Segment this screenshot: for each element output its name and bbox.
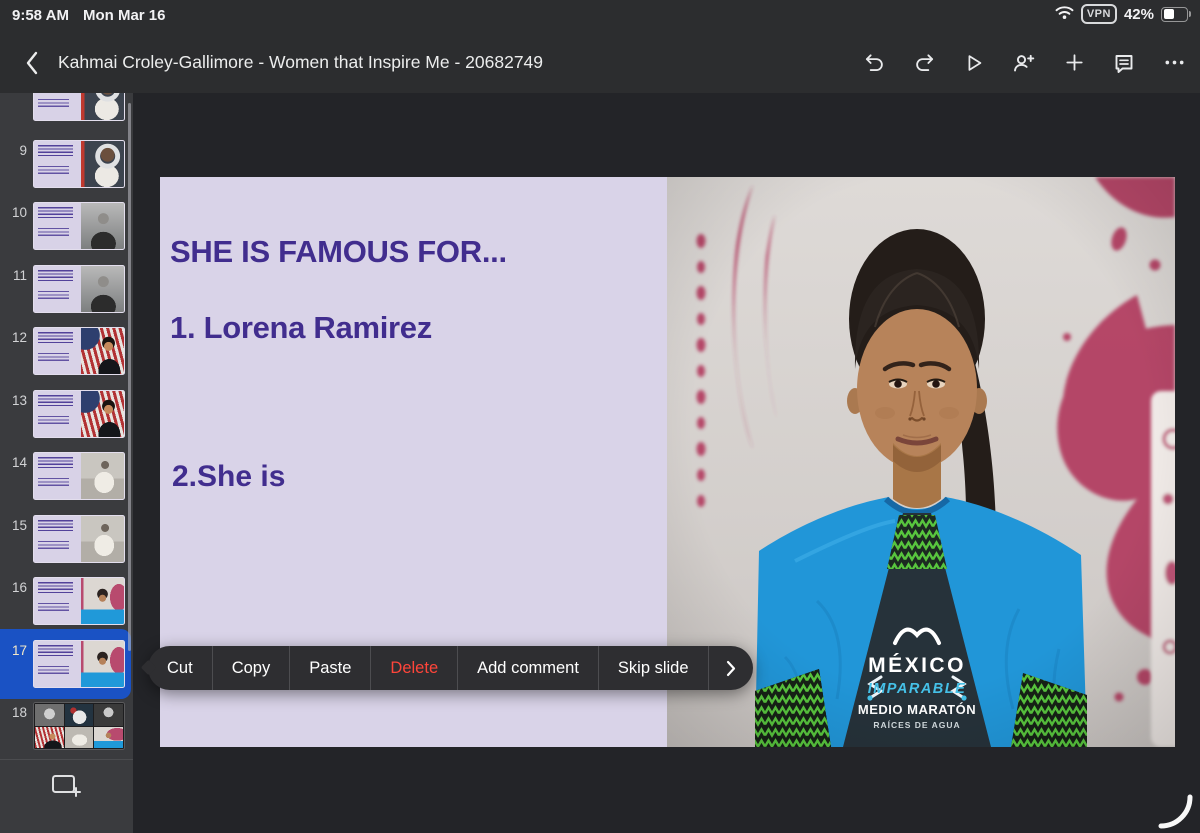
wifi-icon	[1055, 5, 1074, 24]
add-slide-button[interactable]	[46, 769, 86, 803]
slide-title-textbox[interactable]: SHE IS FAMOUS FOR... 1. Lorena Ramirez	[170, 233, 507, 347]
share-add-people-button[interactable]	[1012, 51, 1036, 75]
collage-cell	[64, 704, 94, 726]
slide-title-line1: SHE IS FAMOUS FOR...	[170, 234, 507, 269]
clock: 9:58 AM	[12, 7, 69, 24]
filmstrip-slide-row[interactable]: 18	[0, 702, 133, 750]
slide-thumbnail[interactable]	[33, 390, 125, 438]
context-menu-item[interactable]: Cut	[148, 646, 212, 690]
thumbnail-text-block	[34, 578, 81, 624]
slide-title-line2: 1. Lorena Ramirez	[170, 310, 432, 345]
context-menu-item[interactable]: Skip slide	[599, 646, 708, 690]
thumbnail-image	[81, 453, 124, 499]
thumbnail-image	[81, 328, 124, 374]
status-bar: 9:58 AM Mon Mar 16 VPN 42%	[0, 0, 1200, 32]
filmstrip-slide-row[interactable]: 15	[0, 515, 133, 563]
back-button[interactable]	[18, 48, 44, 78]
slide-filmstrip: 9 10 11 12 13 14 15 16 17 18	[0, 93, 133, 759]
slide-thumbnail[interactable]	[33, 515, 125, 563]
filmstrip-divider	[0, 759, 133, 760]
thumbnail-text-block	[34, 266, 81, 312]
slide-thumbnail[interactable]	[33, 702, 125, 750]
vpn-badge: VPN	[1080, 4, 1117, 24]
more-menu-button[interactable]	[1162, 51, 1186, 75]
comments-button[interactable]	[1112, 51, 1136, 75]
slide-number: 9	[19, 143, 27, 158]
slide-thumbnail[interactable]	[33, 93, 125, 121]
filmstrip-slide-row[interactable]: 14	[0, 452, 133, 500]
thumbnail-image	[81, 266, 124, 312]
context-menu-item[interactable]: Delete	[371, 646, 457, 690]
context-menu-more-chevron[interactable]	[709, 646, 753, 690]
filmstrip-slide-row[interactable]: 13	[0, 390, 133, 438]
thumbnail-image	[81, 641, 124, 687]
slide-thumbnail[interactable]	[33, 140, 125, 188]
filmstrip-slide-row[interactable]	[0, 93, 133, 121]
thumbnail-text-block	[34, 328, 81, 374]
thumbnail-text-block	[34, 203, 81, 249]
thumbnail-image	[81, 141, 124, 187]
thumbnail-image	[81, 578, 124, 624]
collage-cell	[94, 704, 123, 726]
filmstrip-slide-row[interactable]: 16	[0, 577, 133, 625]
slides-app: { "status_bar": { "time": "9:58 AM", "da…	[0, 0, 1200, 833]
slide-body-textbox[interactable]: 2.She is	[172, 460, 285, 494]
slide-number: 14	[11, 455, 27, 470]
slide-number: 17	[11, 643, 27, 658]
slide-thumbnail[interactable]	[33, 640, 125, 688]
document-title: Kahmai Croley-Gallimore - Women that Ins…	[58, 52, 544, 72]
battery-percent: 42%	[1123, 5, 1154, 23]
slide-number: 12	[11, 330, 27, 345]
collage-cell	[64, 726, 94, 748]
filmstrip-slide-row[interactable]: 10	[0, 202, 133, 250]
slide-number: 10	[11, 205, 27, 220]
slide-number: 16	[11, 580, 27, 595]
redo-button[interactable]	[912, 51, 936, 75]
thumbnail-text-block	[34, 141, 81, 187]
filmstrip-slide-row[interactable]: 11	[0, 265, 133, 313]
filmstrip-scrollbar[interactable]	[128, 103, 131, 651]
slide-thumbnail[interactable]	[33, 327, 125, 375]
slide-thumbnail[interactable]	[33, 452, 125, 500]
slide-thumbnail[interactable]	[33, 577, 125, 625]
context-menu-item[interactable]: Add comment	[458, 646, 598, 690]
thumbnail-image	[81, 516, 124, 562]
thumbnail-text-block	[34, 641, 81, 687]
collage-cell	[94, 726, 123, 748]
collage-cell	[35, 726, 64, 748]
battery-icon	[1161, 6, 1191, 22]
filmstrip-slide-row[interactable]: 12	[0, 327, 133, 375]
thumbnail-image	[81, 93, 124, 120]
thumbnail-text-block	[34, 391, 81, 437]
app-toolbar: Kahmai Croley-Gallimore - Women that Ins…	[0, 32, 1200, 93]
present-button[interactable]	[962, 51, 986, 75]
thumbnail-text-block	[34, 453, 81, 499]
date: Mon Mar 16	[82, 7, 166, 24]
slide-number: 13	[11, 393, 27, 408]
insert-button[interactable]	[1062, 51, 1086, 75]
slide-number: 11	[12, 268, 27, 283]
context-menu: Cut Copy Paste Delete Add comment Skip slide	[148, 646, 753, 690]
slide-thumbnail[interactable]	[33, 202, 125, 250]
slide-thumbnail[interactable]	[33, 265, 125, 313]
thumbnail-text-block	[34, 93, 81, 120]
filmstrip-slide-row[interactable]: 17	[0, 629, 133, 699]
slide-number: 15	[11, 518, 27, 533]
slide-filmstrip-panel: 9 10 11 12 13 14 15 16 17 18	[0, 93, 133, 833]
thumbnail-image	[81, 203, 124, 249]
thumbnail-image	[81, 391, 124, 437]
undo-button[interactable]	[862, 51, 886, 75]
filmstrip-slide-row[interactable]: 9	[0, 140, 133, 188]
context-menu-item[interactable]: Copy	[213, 646, 290, 690]
collage-cell	[35, 704, 64, 726]
context-menu-item[interactable]: Paste	[290, 646, 370, 690]
pen-stroke	[1158, 794, 1193, 829]
thumbnail-text-block	[34, 516, 81, 562]
slide-number: 18	[11, 705, 27, 720]
